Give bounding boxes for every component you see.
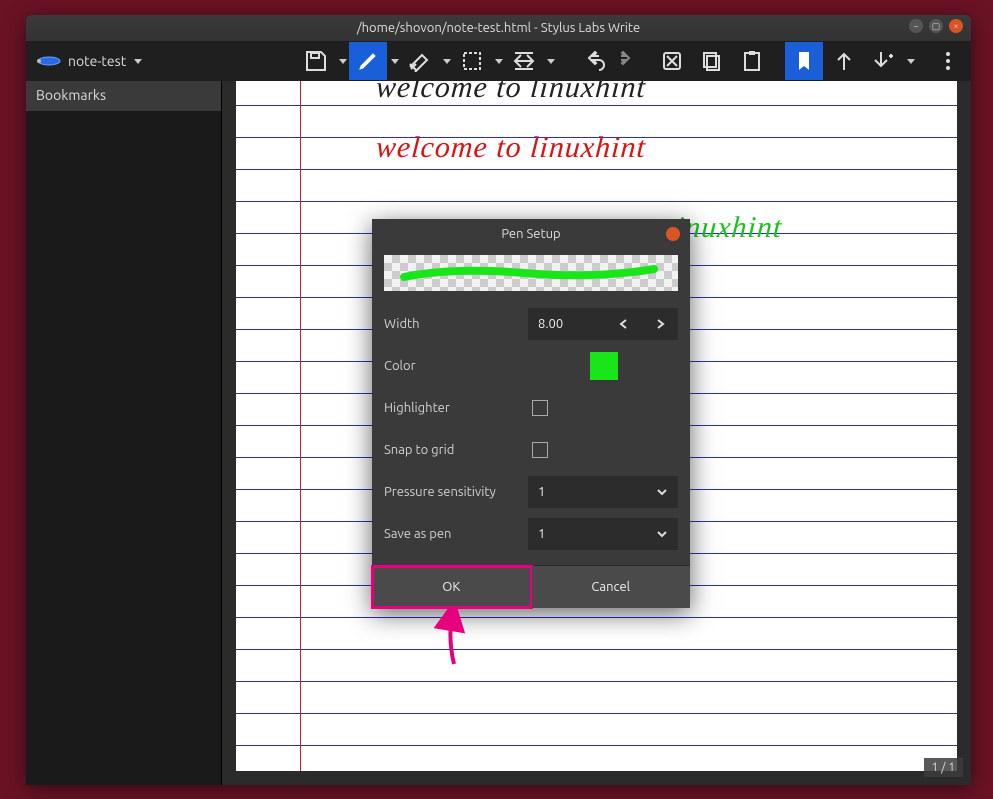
handwriting-red: welcome to linuxhint xyxy=(375,131,647,165)
highlighter-checkbox[interactable] xyxy=(532,400,548,416)
width-decrease-button[interactable] xyxy=(606,308,642,340)
margin-line xyxy=(300,81,301,771)
app-window: /home/shovon/note-test.html - Stylus Lab… xyxy=(26,15,971,785)
cancel-button[interactable]: Cancel xyxy=(532,566,691,608)
redo-button[interactable] xyxy=(617,42,635,80)
minimize-button[interactable]: – xyxy=(909,19,923,33)
titlebar: /home/shovon/note-test.html - Stylus Lab… xyxy=(26,15,971,41)
save-button[interactable] xyxy=(297,42,335,80)
dialog-close-button[interactable] xyxy=(666,227,680,241)
pen-setup-dialog: Pen Setup Width 8.00 Color xyxy=(372,219,690,608)
chevron-down-icon xyxy=(656,486,668,498)
snap-row: Snap to grid xyxy=(384,429,678,471)
pen-tool-dropdown-icon[interactable] xyxy=(391,59,399,64)
paste-button[interactable] xyxy=(733,42,771,80)
handwriting-green: inuxhint xyxy=(675,211,784,245)
highlighter-row: Highlighter xyxy=(384,387,678,429)
receive-dropdown-icon[interactable] xyxy=(907,59,915,64)
annotation-arrow xyxy=(434,609,474,669)
sidebar-header: Bookmarks xyxy=(26,81,221,111)
insert-space-dropdown-icon[interactable] xyxy=(547,59,555,64)
width-label: Width xyxy=(384,317,528,331)
highlighter-label: Highlighter xyxy=(384,401,532,415)
overflow-menu-button[interactable] xyxy=(929,42,967,80)
saveas-select[interactable]: 1 xyxy=(528,518,678,550)
document-name[interactable]: note-test xyxy=(64,53,130,69)
receive-down-button[interactable] xyxy=(865,42,903,80)
snap-checkbox[interactable] xyxy=(532,442,548,458)
color-row: Color xyxy=(384,345,678,387)
window-controls: – ▢ × xyxy=(909,19,963,33)
sidebar: Bookmarks xyxy=(26,81,222,785)
width-row: Width 8.00 xyxy=(384,303,678,345)
window-title: /home/shovon/note-test.html - Stylus Lab… xyxy=(357,21,640,35)
width-increase-button[interactable] xyxy=(642,308,678,340)
pen-icon xyxy=(30,42,62,80)
dialog-title-text: Pen Setup xyxy=(501,227,560,241)
width-input[interactable]: 8.00 xyxy=(528,308,678,340)
insert-space-button[interactable] xyxy=(505,42,543,80)
pressure-row: Pressure sensitivity 1 xyxy=(384,471,678,513)
dialog-title: Pen Setup xyxy=(372,219,690,249)
color-label: Color xyxy=(384,359,590,373)
color-swatch[interactable] xyxy=(590,352,618,380)
width-value[interactable]: 8.00 xyxy=(528,317,606,331)
ok-button[interactable]: OK xyxy=(372,566,532,608)
eraser-dropdown-icon[interactable] xyxy=(443,59,451,64)
pressure-select[interactable]: 1 xyxy=(528,476,678,508)
pen-tool-button[interactable] xyxy=(349,42,387,80)
clipboard-cut-button[interactable] xyxy=(653,42,691,80)
undo-button[interactable] xyxy=(577,42,615,80)
saveas-value: 1 xyxy=(538,527,545,541)
pen-preview xyxy=(384,255,678,291)
select-button[interactable] xyxy=(453,42,491,80)
close-button[interactable]: × xyxy=(949,19,963,33)
copy-button[interactable] xyxy=(693,42,731,80)
save-dropdown-icon[interactable] xyxy=(339,59,347,64)
chevron-down-icon xyxy=(656,528,668,540)
sidebar-body[interactable] xyxy=(26,111,221,785)
page-count: 1 / 1 xyxy=(924,758,963,777)
snap-label: Snap to grid xyxy=(384,443,532,457)
handwriting-black: welcome to linuxhint xyxy=(375,81,647,105)
share-up-button[interactable] xyxy=(825,42,863,80)
dialog-footer: OK Cancel xyxy=(372,565,690,608)
pressure-label: Pressure sensitivity xyxy=(384,485,528,499)
select-dropdown-icon[interactable] xyxy=(495,59,503,64)
pressure-value: 1 xyxy=(538,485,545,499)
eraser-button[interactable] xyxy=(401,42,439,80)
document-dropdown-icon[interactable] xyxy=(134,59,142,64)
bookmark-button[interactable] xyxy=(785,42,823,80)
toolbar: note-test xyxy=(26,41,971,81)
saveas-label: Save as pen xyxy=(384,527,528,541)
saveas-row: Save as pen 1 xyxy=(384,513,678,555)
maximize-button[interactable]: ▢ xyxy=(929,19,943,33)
